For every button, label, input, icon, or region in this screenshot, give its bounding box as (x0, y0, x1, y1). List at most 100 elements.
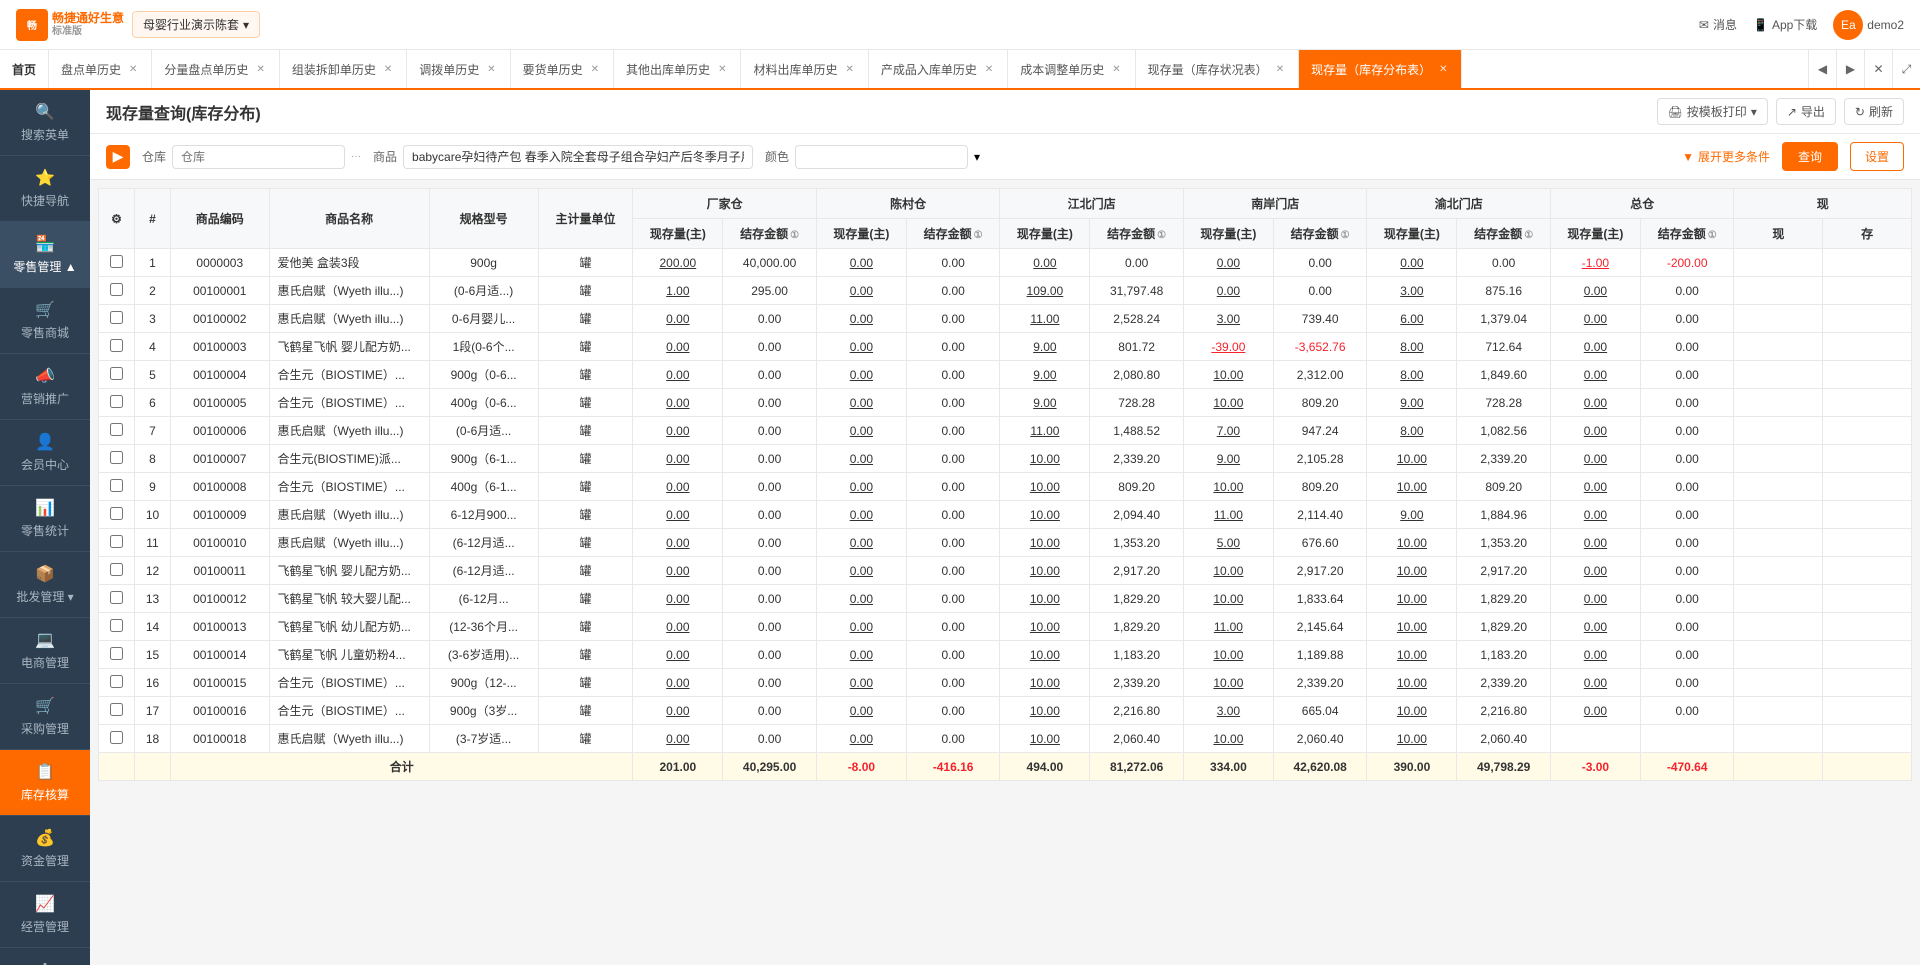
tab-stock-dist[interactable]: 现存量（库存分布表） ✕ (1299, 50, 1462, 89)
row-checkbox[interactable] (99, 305, 135, 333)
cell-num[interactable]: 0.00 (816, 333, 906, 361)
cell-num[interactable]: 0.00 (816, 361, 906, 389)
cell-num[interactable]: 10.00 (1367, 529, 1457, 557)
cell-nanan-qty[interactable]: 10.00 (1183, 585, 1273, 613)
cell-num[interactable]: 10.00 (1000, 641, 1090, 669)
cell-num[interactable]: 10.00 (1000, 557, 1090, 585)
cell-num[interactable]: 0.00 (816, 445, 906, 473)
tab-close-product-in[interactable]: ✕ (983, 62, 995, 77)
cell-num[interactable]: 0.00 (633, 417, 723, 445)
cell-nanan-qty[interactable]: 7.00 (1183, 417, 1273, 445)
color-dropdown-icon[interactable]: ▾ (974, 150, 980, 164)
cell-total-qty[interactable]: 0.00 (1550, 501, 1640, 529)
row-checkbox[interactable] (99, 725, 135, 753)
cell-num[interactable]: 0.00 (633, 473, 723, 501)
cell-nanan-qty[interactable]: 10.00 (1183, 361, 1273, 389)
messages-btn[interactable]: ✉ 消息 (1699, 16, 1737, 33)
table-area[interactable]: ⚙ # 商品编码 商品名称 规格型号 主计量单位 厂家仓 陈村仓 江北门店 南岸… (90, 180, 1920, 965)
sidebar-item-operations[interactable]: 📈 经营管理 (0, 882, 90, 948)
tab-close-transfer[interactable]: ✕ (485, 62, 497, 77)
cell-num[interactable]: 10.00 (1000, 501, 1090, 529)
tab-stock-status[interactable]: 现存量（库存状况表） ✕ (1136, 50, 1299, 89)
cell-num[interactable]: 0.00 (633, 613, 723, 641)
expand-filter-btn[interactable]: ▶ (106, 145, 130, 169)
tab-close-other-out[interactable]: ✕ (716, 62, 728, 77)
cell-num[interactable]: 10.00 (1367, 557, 1457, 585)
sidebar-item-search[interactable]: 🔍 搜索英单 (0, 90, 90, 156)
cell-num[interactable]: 0.00 (816, 249, 906, 277)
cell-nanan-qty[interactable]: 10.00 (1183, 641, 1273, 669)
sidebar-item-retail-stats[interactable]: 📊 零售统计 (0, 486, 90, 552)
cell-num[interactable]: 0.00 (816, 529, 906, 557)
cell-nanan-qty[interactable]: -39.00 (1183, 333, 1273, 361)
cell-nanan-qty[interactable]: 5.00 (1183, 529, 1273, 557)
cell-num[interactable]: 10.00 (1000, 529, 1090, 557)
row-checkbox[interactable] (99, 501, 135, 529)
sidebar-item-marketing[interactable]: 📣 营销推广 (0, 354, 90, 420)
cell-total-qty[interactable]: 0.00 (1550, 669, 1640, 697)
cell-nanan-qty[interactable]: 10.00 (1183, 473, 1273, 501)
goods-input[interactable] (403, 145, 753, 169)
cell-num[interactable]: 0.00 (816, 305, 906, 333)
cell-num[interactable]: 10.00 (1000, 473, 1090, 501)
row-checkbox[interactable] (99, 333, 135, 361)
user-area[interactable]: Ea demo2 (1833, 10, 1904, 40)
cell-total-qty[interactable]: 0.00 (1550, 529, 1640, 557)
warehouse-dots[interactable]: ··· (351, 151, 361, 162)
cell-num[interactable]: 0.00 (816, 585, 906, 613)
sidebar-item-ecommerce[interactable]: 💻 电商管理 (0, 618, 90, 684)
cell-total-qty[interactable] (1550, 725, 1640, 753)
cell-num[interactable]: 10.00 (1367, 445, 1457, 473)
cell-num[interactable]: 0.00 (1000, 249, 1090, 277)
tab-cost-adjust[interactable]: 成本调整单历史 ✕ (1008, 50, 1135, 89)
cell-num[interactable]: 10.00 (1367, 613, 1457, 641)
cell-num[interactable]: 0.00 (816, 725, 906, 753)
tab-partial-inventory[interactable]: 分量盘点单历史 ✕ (152, 50, 279, 89)
cell-total-qty[interactable]: -1.00 (1550, 249, 1640, 277)
row-checkbox[interactable] (99, 277, 135, 305)
tab-inventory-check[interactable]: 盘点单历史 ✕ (49, 50, 152, 89)
cell-nanan-qty[interactable]: 3.00 (1183, 305, 1273, 333)
cell-num[interactable]: 8.00 (1367, 333, 1457, 361)
tab-order[interactable]: 要货单历史 ✕ (511, 50, 614, 89)
cell-num[interactable]: 10.00 (1367, 725, 1457, 753)
cell-num[interactable]: 0.00 (633, 445, 723, 473)
app-download-btn[interactable]: 📱 App下载 (1753, 16, 1817, 33)
sidebar-item-purchase[interactable]: 🛒 采购管理 (0, 684, 90, 750)
cell-num[interactable]: 10.00 (1367, 641, 1457, 669)
cell-num[interactable]: 109.00 (1000, 277, 1090, 305)
cell-num[interactable]: 10.00 (1367, 697, 1457, 725)
tab-close-assembly[interactable]: ✕ (382, 62, 394, 77)
tab-expand-btn[interactable]: ⤢ (1892, 50, 1920, 89)
row-checkbox[interactable] (99, 473, 135, 501)
cell-num[interactable]: 9.00 (1367, 501, 1457, 529)
cell-nanan-qty[interactable]: 10.00 (1183, 725, 1273, 753)
sidebar-item-nav[interactable]: ⭐ 快捷导航 (0, 156, 90, 222)
cell-num[interactable]: 10.00 (1367, 669, 1457, 697)
tab-close-material-out[interactable]: ✕ (843, 62, 855, 77)
cell-nanan-qty[interactable]: 0.00 (1183, 249, 1273, 277)
cell-nanan-qty[interactable]: 11.00 (1183, 501, 1273, 529)
cell-num[interactable]: 10.00 (1367, 473, 1457, 501)
cell-num[interactable]: 200.00 (633, 249, 723, 277)
cell-num[interactable]: 1.00 (633, 277, 723, 305)
tab-close-inventory-check[interactable]: ✕ (127, 62, 139, 77)
cell-num[interactable]: 0.00 (633, 305, 723, 333)
cell-total-qty[interactable]: 0.00 (1550, 389, 1640, 417)
cell-num[interactable]: 0.00 (816, 473, 906, 501)
cell-num[interactable]: 0.00 (633, 529, 723, 557)
cell-num[interactable]: 9.00 (1000, 361, 1090, 389)
sidebar-item-wholesale[interactable]: 📦 批发管理 ▾ (0, 552, 90, 618)
cell-num[interactable]: 0.00 (816, 613, 906, 641)
cell-num[interactable]: 0.00 (816, 277, 906, 305)
system-selector[interactable]: 母婴行业演示陈套 ▾ (132, 11, 260, 38)
th-gear[interactable]: ⚙ (99, 189, 135, 249)
sidebar-item-member[interactable]: 👤 会员中心 (0, 420, 90, 486)
cell-num[interactable]: 0.00 (816, 697, 906, 725)
cell-num[interactable]: 9.00 (1367, 389, 1457, 417)
cell-num[interactable]: 0.00 (633, 557, 723, 585)
row-checkbox[interactable] (99, 445, 135, 473)
sidebar-item-basics[interactable]: ℹ 基础信息 (0, 948, 90, 965)
cell-num[interactable]: 10.00 (1000, 669, 1090, 697)
print-btn[interactable]: 🖨 按模板打印 ▾ (1657, 98, 1768, 125)
